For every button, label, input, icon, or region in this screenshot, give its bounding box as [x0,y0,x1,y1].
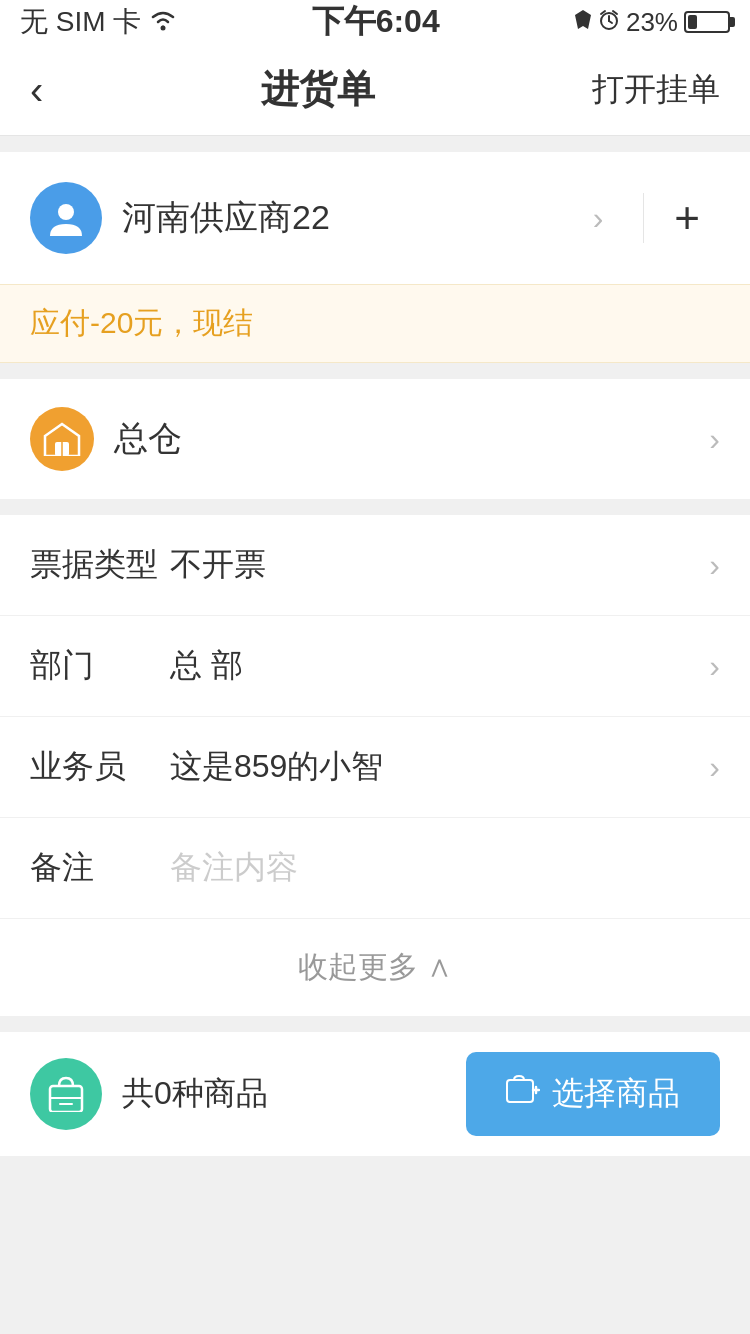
supplier-name: 河南供应商22 [122,195,330,241]
back-button[interactable]: ‹ [30,70,43,110]
salesperson-row[interactable]: 业务员 这是859的小智 › [0,717,750,818]
status-right: 23% [574,7,730,38]
svg-point-0 [161,26,166,31]
warehouse-name: 总仓 [114,416,709,462]
remark-label: 备注 [30,846,160,890]
background-fill [0,1156,750,1334]
form-section: 票据类型 不开票 › 部门 总 部 › 业务员 这是859的小智 › 备注 备注… [0,515,750,1016]
warehouse-chevron-icon: › [709,421,720,458]
wifi-icon [149,6,177,38]
department-label: 部门 [30,644,160,688]
select-product-label: 选择商品 [552,1072,680,1116]
supplier-chevron-icon: › [593,200,604,237]
add-supplier-button[interactable]: + [654,193,720,243]
select-product-button[interactable]: 选择商品 [466,1052,720,1136]
status-bar: 无 SIM 卡 下午6:04 23% [0,0,750,44]
salesperson-chevron-icon: › [709,749,720,786]
nav-bar: ‹ 进货单 打开挂单 [0,44,750,136]
bottom-bar: 共0种商品 选择商品 [0,1032,750,1156]
invoice-type-value: 不开票 [160,543,709,587]
supplier-section: 河南供应商22 › + 应付-20元，现结 [0,152,750,363]
collapse-label: 收起更多 ∧ [298,950,451,983]
status-left: 无 SIM 卡 [20,3,177,41]
product-count-text: 共0种商品 [122,1072,466,1116]
salesperson-value: 这是859的小智 [160,745,709,789]
supplier-row[interactable]: 河南供应商22 › + [0,152,750,284]
collapse-button[interactable]: 收起更多 ∧ [0,919,750,1016]
svg-line-3 [609,21,612,23]
supplier-divider [643,193,644,243]
invoice-type-label: 票据类型 [30,543,160,587]
remark-input[interactable]: 备注内容 [160,846,720,890]
remark-row[interactable]: 备注 备注内容 [0,818,750,919]
open-pending-button[interactable]: 打开挂单 [592,68,720,112]
salesperson-label: 业务员 [30,745,160,789]
alert-banner: 应付-20元，现结 [0,284,750,363]
warehouse-icon [30,407,94,471]
invoice-type-chevron-icon: › [709,547,720,584]
department-row[interactable]: 部门 总 部 › [0,616,750,717]
svg-rect-9 [507,1080,533,1102]
department-value: 总 部 [160,644,709,688]
carrier-text: 无 SIM 卡 [20,3,141,41]
battery-icon [684,11,730,33]
supplier-avatar [30,182,102,254]
warehouse-section[interactable]: 总仓 › [0,379,750,499]
department-chevron-icon: › [709,648,720,685]
page-title: 进货单 [261,64,375,115]
select-product-icon [506,1075,540,1113]
gap-1 [0,136,750,152]
location-icon [574,7,592,38]
warehouse-row[interactable]: 总仓 › [0,379,750,499]
invoice-type-row[interactable]: 票据类型 不开票 › [0,515,750,616]
alarm-icon [598,7,620,38]
alert-text: 应付-20元，现结 [30,306,253,339]
status-time: 下午6:04 [312,0,440,44]
battery-text: 23% [626,7,678,38]
product-bag-icon [30,1058,102,1130]
supplier-info: 河南供应商22 [30,182,593,254]
svg-point-4 [58,204,74,220]
